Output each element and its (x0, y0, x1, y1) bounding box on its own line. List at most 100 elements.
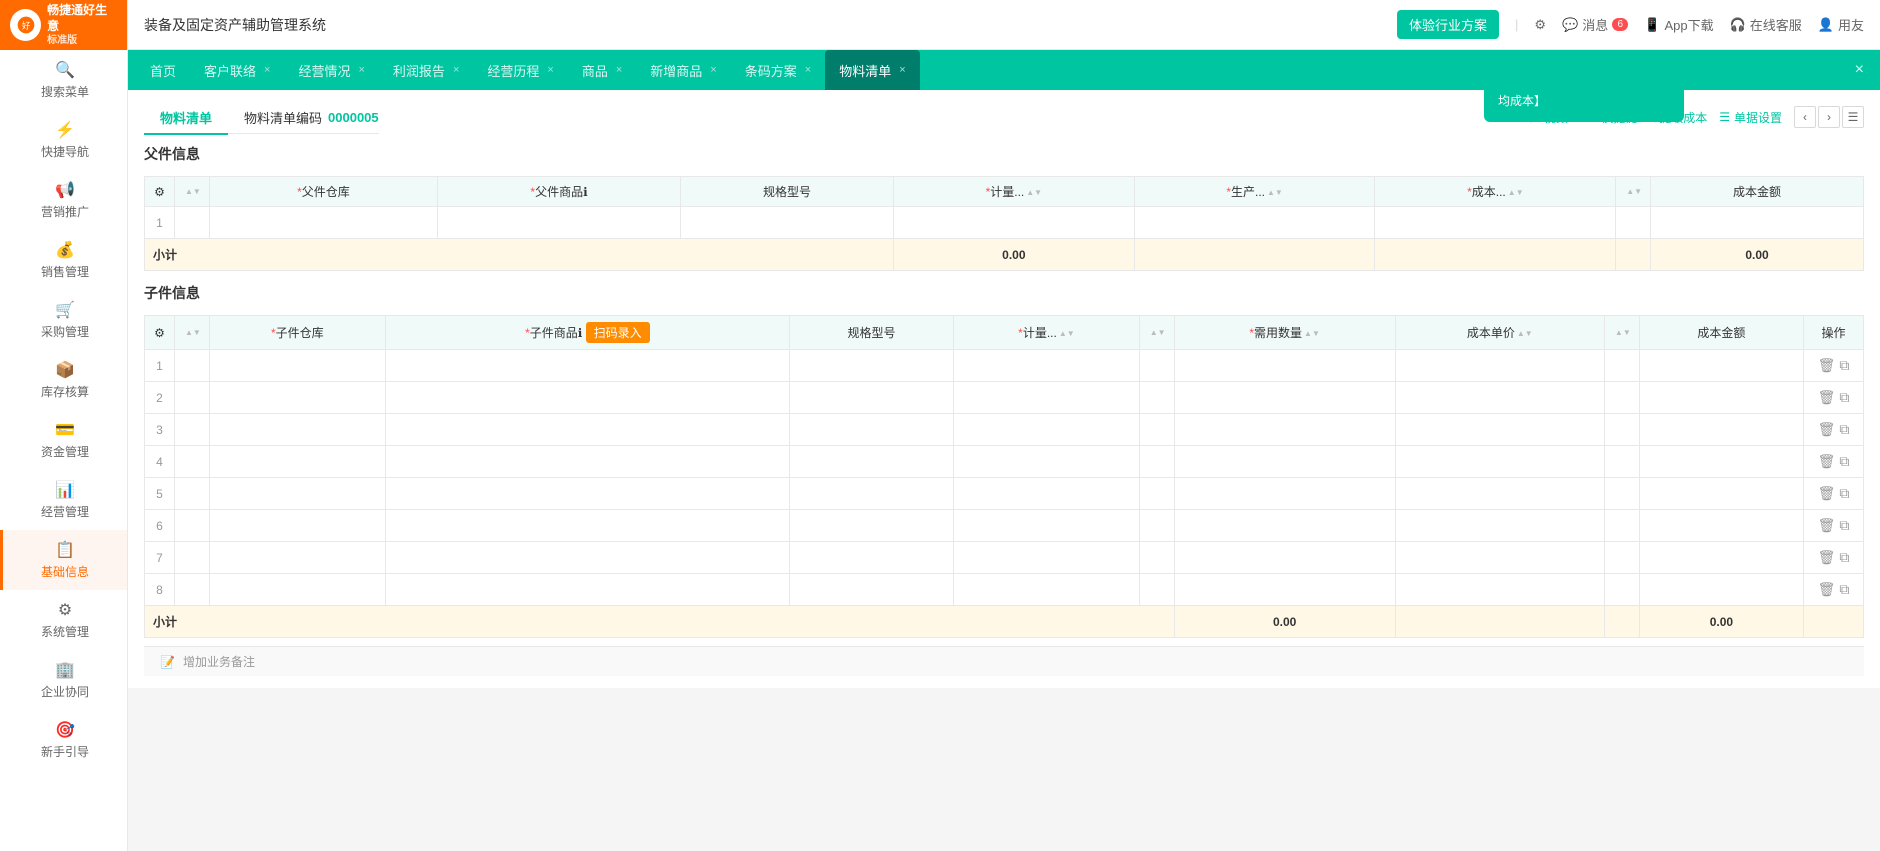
nav-prev[interactable]: ‹ (1794, 106, 1816, 128)
finance-icon: 💳 (55, 420, 75, 440)
cost-tooltip: × 您的父件、子件的成本取值可以选择【参考成本、最新进价、平均成本】 (1484, 90, 1684, 122)
child-col-sort: ▲▼ (175, 316, 210, 350)
main-content: 物料清单 物料清单编码 0000005 ▶ 视频 ⌨ 快捷键 (128, 90, 1880, 851)
message-icon: 💬 (1562, 17, 1578, 33)
scan-button[interactable]: 扫码录入 (586, 322, 650, 343)
delete-icon-row-6[interactable]: 🗑 (1818, 517, 1836, 534)
tab-close-经营历程[interactable]: × (547, 64, 553, 76)
copy-icon-row-1[interactable]: ⧉ (1839, 357, 1849, 374)
child-row-1: 1 🗑 ⧉ (145, 350, 1864, 382)
copy-icon-row-8[interactable]: ⧉ (1839, 581, 1849, 598)
nav-tab-商品[interactable]: 商品× (568, 50, 636, 90)
delete-icon-row-1[interactable]: 🗑 (1818, 357, 1836, 374)
nav-menu[interactable]: ☰ (1842, 106, 1864, 128)
online-service-action[interactable]: 🎧 在线客服 (1730, 15, 1802, 34)
parent-col-spec: 规格型号 (681, 177, 894, 207)
user-action[interactable]: 👤 用友 (1818, 15, 1864, 34)
parent-table: ⚙ ▲▼ *父件仓库 *父件商品ℹ 规格型号 *计量...▲▼ *生产...▲▼… (144, 176, 1864, 271)
parent-col-sort2: ▲▼ (1616, 177, 1651, 207)
child-col-action: 操作 (1804, 316, 1864, 350)
parent-section-header: 父件信息 (144, 144, 1864, 168)
logo-icon: 好 (10, 9, 41, 41)
settings-header-icon[interactable]: ⚙ (1534, 17, 1546, 33)
main-area: 装备及固定资产辅助管理系统 体验行业方案 | ⚙ 💬 消息 6 📱 App下载 … (128, 0, 1880, 851)
child-col-quantity: *需用数量▲▼ (1174, 316, 1395, 350)
sidebar-item-finance[interactable]: 💳资金管理 (0, 410, 127, 470)
close-all-tabs[interactable]: × (1847, 61, 1872, 79)
delete-icon-row-4[interactable]: 🗑 (1818, 453, 1836, 470)
nav-tab-首页[interactable]: 首页 (136, 50, 190, 90)
sidebar-item-enterprise[interactable]: 🏢企业协同 (0, 650, 127, 710)
sidebar-item-operations[interactable]: 📊经营管理 (0, 470, 127, 530)
delete-icon-row-8[interactable]: 🗑 (1818, 581, 1836, 598)
sidebar-logo-text: 畅捷通好生意 标准版 (47, 3, 117, 47)
page-wrapper: 物料清单 物料清单编码 0000005 ▶ 视频 ⌨ 快捷键 (128, 90, 1880, 688)
sidebar-item-sales[interactable]: 💰销售管理 (0, 230, 127, 290)
nav-tab-条码方案[interactable]: 条码方案× (731, 50, 825, 90)
nav-tab-客户联络[interactable]: 客户联络× (190, 50, 284, 90)
copy-icon-row-3[interactable]: ⧉ (1839, 421, 1849, 438)
sidebar-item-inventory[interactable]: 📦库存核算 (0, 350, 127, 410)
single-settings-btn[interactable]: ☰ 单据设置 (1719, 109, 1782, 126)
bottom-bar: 📝 增加业务备注 (144, 646, 1864, 676)
nav-next[interactable]: › (1818, 106, 1840, 128)
delete-icon-row-7[interactable]: 🗑 (1818, 549, 1836, 566)
child-col-product: *子件商品ℹ 扫码录入 (385, 316, 789, 350)
parent-col-config[interactable]: ⚙ (145, 177, 175, 207)
sub-tab-list[interactable]: 物料清单 (144, 102, 228, 135)
nav-tab-新增商品[interactable]: 新增商品× (636, 50, 730, 90)
nav-tabs: 首页客户联络×经营情况×利润报告×经营历程×商品×新增商品×条码方案×物料清单×… (128, 50, 1880, 90)
tab-close-新增商品[interactable]: × (710, 64, 716, 76)
trial-button[interactable]: 体验行业方案 (1397, 10, 1499, 39)
copy-icon-row-6[interactable]: ⧉ (1839, 517, 1849, 534)
tab-close-条码方案[interactable]: × (805, 64, 811, 76)
header-actions: 体验行业方案 | ⚙ 💬 消息 6 📱 App下载 🎧 在线客服 👤 用友 (1397, 10, 1864, 39)
parent-col-product: *父件商品ℹ (438, 177, 681, 207)
tab-close-物料清单[interactable]: × (899, 64, 905, 76)
nav-tab-经营情况[interactable]: 经营情况× (284, 50, 378, 90)
tab-close-商品[interactable]: × (616, 64, 622, 76)
message-action[interactable]: 💬 消息 6 (1562, 15, 1628, 34)
sidebar-item-marketing[interactable]: 📢营销推广 (0, 170, 127, 230)
child-section-header: 子件信息 (144, 283, 1864, 307)
copy-icon-row-7[interactable]: ⧉ (1839, 549, 1849, 566)
tab-close-利润报告[interactable]: × (453, 64, 459, 76)
copy-icon-row-4[interactable]: ⧉ (1839, 453, 1849, 470)
delete-icon-row-3[interactable]: 🗑 (1818, 421, 1836, 438)
nav-tab-物料清单[interactable]: 物料清单× (825, 50, 919, 90)
sidebar-item-search[interactable]: 🔍搜索菜单 (0, 50, 127, 110)
system-icon: ⚙ (58, 600, 72, 620)
sub-tab-code: 物料清单编码 0000005 (228, 102, 379, 133)
settings-icon: ☰ (1719, 110, 1730, 124)
child-col-config[interactable]: ⚙ (145, 316, 175, 350)
copy-icon-row-2[interactable]: ⧉ (1839, 389, 1849, 406)
child-col-unit-cost: 成本单价▲▼ (1395, 316, 1604, 350)
app-download-action[interactable]: 📱 App下载 (1644, 15, 1713, 34)
note-icon: 📝 (160, 655, 175, 669)
message-badge: 6 (1612, 18, 1628, 31)
sidebar-item-basic-info[interactable]: 📋基础信息 (0, 530, 127, 590)
parent-col-sort: ▲▼ (175, 177, 210, 207)
tab-close-经营情况[interactable]: × (358, 64, 364, 76)
sidebar-item-purchase[interactable]: 🛒采购管理 (0, 290, 127, 350)
nav-tab-利润报告[interactable]: 利润报告× (379, 50, 473, 90)
svg-text:好: 好 (21, 20, 29, 30)
parent-col-cost: *成本...▲▼ (1375, 177, 1616, 207)
top-header: 装备及固定资产辅助管理系统 体验行业方案 | ⚙ 💬 消息 6 📱 App下载 … (128, 0, 1880, 50)
basic-info-icon: 📋 (55, 540, 75, 560)
sidebar-item-guide[interactable]: 🎯新手引导 (0, 710, 127, 770)
child-row-8: 8 🗑 ⧉ (145, 574, 1864, 606)
copy-icon-row-5[interactable]: ⧉ (1839, 485, 1849, 502)
parent-col-warehouse: *父件仓库 (209, 177, 437, 207)
tab-close-客户联络[interactable]: × (264, 64, 270, 76)
child-row-3: 3 🗑 ⧉ (145, 414, 1864, 446)
sub-tabs-row: 物料清单 物料清单编码 0000005 (144, 102, 379, 134)
sidebar-item-system[interactable]: ⚙系统管理 (0, 590, 127, 650)
sidebar-logo: 好 畅捷通好生意 标准版 (0, 0, 127, 50)
child-row-4: 4 🗑 ⧉ (145, 446, 1864, 478)
nav-tab-经营历程[interactable]: 经营历程× (473, 50, 567, 90)
delete-icon-row-2[interactable]: 🗑 (1818, 389, 1836, 406)
delete-icon-row-5[interactable]: 🗑 (1818, 485, 1836, 502)
parent-col-unit: *计量...▲▼ (893, 177, 1134, 207)
sidebar-item-quick-nav[interactable]: ⚡快捷导航 (0, 110, 127, 170)
